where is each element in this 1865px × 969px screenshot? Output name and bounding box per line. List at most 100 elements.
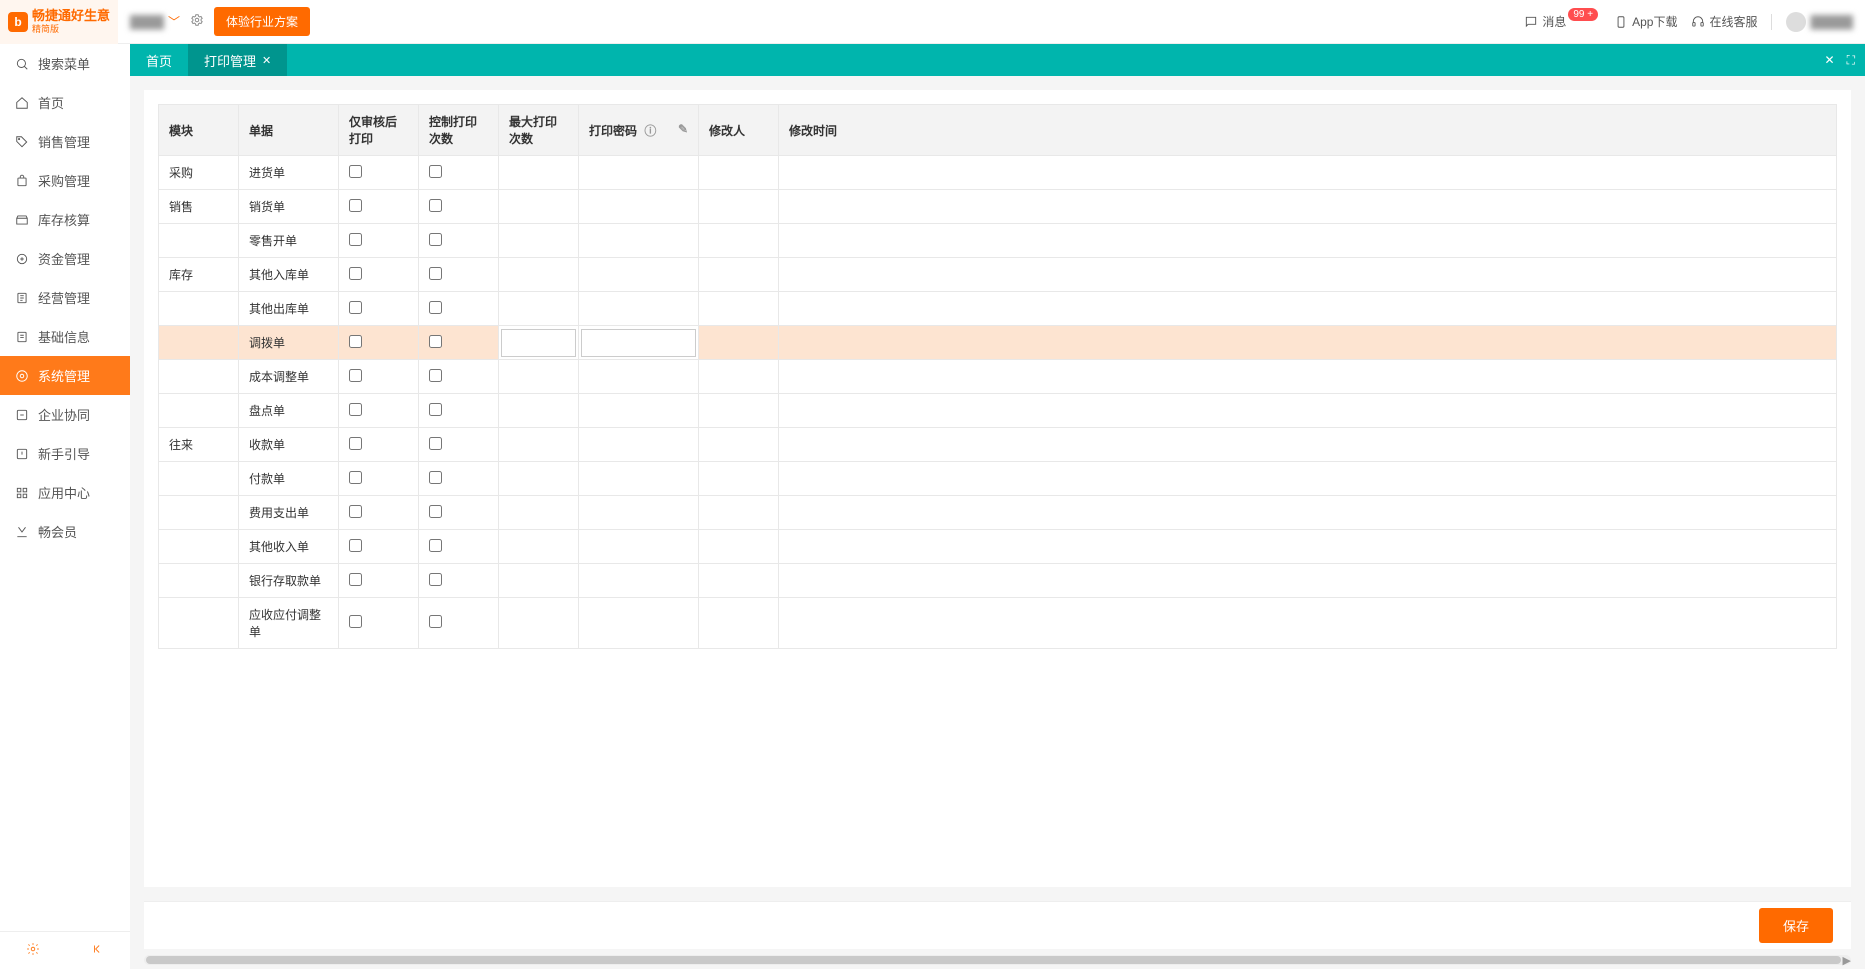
sidebar-item-label: 基础信息 [38,327,90,346]
cell-limit-count [419,156,499,190]
tab-0[interactable]: 首页 [130,44,188,76]
sidebar-item-8[interactable]: 系统管理 [0,356,130,395]
sidebar-item-9[interactable]: 企业协同 [0,395,130,434]
cell-module: 销售 [159,190,239,224]
audit-only-checkbox[interactable] [349,165,362,178]
limit-count-checkbox[interactable] [429,369,442,382]
fullscreen-icon[interactable]: ⛶ [1847,53,1855,68]
cell-password [579,598,699,649]
divider [1771,14,1772,30]
limit-count-checkbox[interactable] [429,267,442,280]
online-service-link[interactable]: 在线客服 [1691,13,1757,30]
cell-modifier [699,564,779,598]
cell-password [579,326,699,360]
horizontal-scrollbar[interactable]: ▶ [144,955,1851,965]
app-download-link[interactable]: App下载 [1614,13,1677,30]
limit-count-checkbox[interactable] [429,199,442,212]
cell-doc: 收款单 [239,428,339,462]
table-row: 销售销货单 [159,190,1837,224]
sidebar-item-5[interactable]: 资金管理 [0,239,130,278]
sidebar-item-4[interactable]: 库存核算 [0,200,130,239]
scroll-right-icon[interactable]: ▶ [1843,954,1851,967]
audit-only-checkbox[interactable] [349,369,362,382]
limit-count-checkbox[interactable] [429,301,442,314]
cell-modify-time [779,156,1837,190]
cell-audit-only [339,224,419,258]
company-selector[interactable]: ████ ﹀ [130,13,180,30]
audit-only-checkbox[interactable] [349,539,362,552]
audit-only-checkbox[interactable] [349,335,362,348]
sidebar-item-11[interactable]: 应用中心 [0,473,130,512]
cell-password [579,190,699,224]
limit-count-checkbox[interactable] [429,403,442,416]
sidebar-item-3[interactable]: 采购管理 [0,161,130,200]
messages-link[interactable]: 消息 99 + [1524,13,1600,30]
avatar [1786,12,1806,32]
user-menu[interactable]: █████ [1786,12,1853,32]
sidebar-item-7[interactable]: 基础信息 [0,317,130,356]
table-row: 费用支出单 [159,496,1837,530]
limit-count-checkbox[interactable] [429,539,442,552]
cell-module [159,496,239,530]
limit-count-checkbox[interactable] [429,615,442,628]
sidebar-item-0[interactable]: 搜索菜单 [0,44,130,83]
sidebar-item-1[interactable]: 首页 [0,83,130,122]
cell-module: 库存 [159,258,239,292]
cell-modifier [699,326,779,360]
sidebar-settings-button[interactable] [0,932,65,969]
cell-module [159,394,239,428]
limit-count-checkbox[interactable] [429,165,442,178]
table-row: 成本调整单 [159,360,1837,394]
sidebar-item-label: 应用中心 [38,483,90,502]
audit-only-checkbox[interactable] [349,301,362,314]
save-button[interactable]: 保存 [1759,908,1833,943]
limit-count-checkbox[interactable] [429,505,442,518]
cell-module [159,224,239,258]
audit-only-checkbox[interactable] [349,573,362,586]
scrollbar-thumb[interactable] [146,956,1841,964]
cell-max-count [499,258,579,292]
tab-close-all-icon[interactable]: ✕ [1825,53,1835,67]
sidebar-item-12[interactable]: 畅会员 [0,512,130,551]
cell-module [159,360,239,394]
audit-only-checkbox[interactable] [349,267,362,280]
sidebar-collapse-button[interactable] [65,932,130,969]
footer-bar: 保存 [144,901,1851,949]
cell-modify-time [779,496,1837,530]
limit-count-checkbox[interactable] [429,437,442,450]
cell-max-count [499,360,579,394]
sidebar-item-10[interactable]: 新手引导 [0,434,130,473]
sidebar-item-2[interactable]: 销售管理 [0,122,130,161]
edit-column-icon[interactable]: ✎ [678,122,688,136]
help-icon[interactable]: ⓘ [644,124,656,138]
limit-count-checkbox[interactable] [429,471,442,484]
audit-only-checkbox[interactable] [349,471,362,484]
tab-close-icon[interactable]: ✕ [262,54,271,67]
industry-plan-button[interactable]: 体验行业方案 [214,7,310,36]
audit-only-checkbox[interactable] [349,615,362,628]
limit-count-checkbox[interactable] [429,233,442,246]
link-icon [14,407,30,423]
cell-limit-count [419,292,499,326]
sidebar-item-label: 系统管理 [38,366,90,385]
home-icon [14,95,30,111]
cell-module [159,598,239,649]
audit-only-checkbox[interactable] [349,233,362,246]
audit-only-checkbox[interactable] [349,505,362,518]
tab-1[interactable]: 打印管理✕ [188,44,287,76]
chevron-down-icon: ﹀ [168,13,180,30]
cell-modifier [699,394,779,428]
audit-only-checkbox[interactable] [349,437,362,450]
cell-limit-count [419,326,499,360]
cell-modifier [699,428,779,462]
cell-doc: 成本调整单 [239,360,339,394]
settings-icon[interactable] [190,13,204,30]
audit-only-checkbox[interactable] [349,403,362,416]
audit-only-checkbox[interactable] [349,199,362,212]
password-input[interactable] [581,329,696,357]
sidebar-item-6[interactable]: 经营管理 [0,278,130,317]
max-count-input[interactable] [501,329,576,357]
limit-count-checkbox[interactable] [429,573,442,586]
message-badge: 99 + [1568,8,1598,21]
limit-count-checkbox[interactable] [429,335,442,348]
